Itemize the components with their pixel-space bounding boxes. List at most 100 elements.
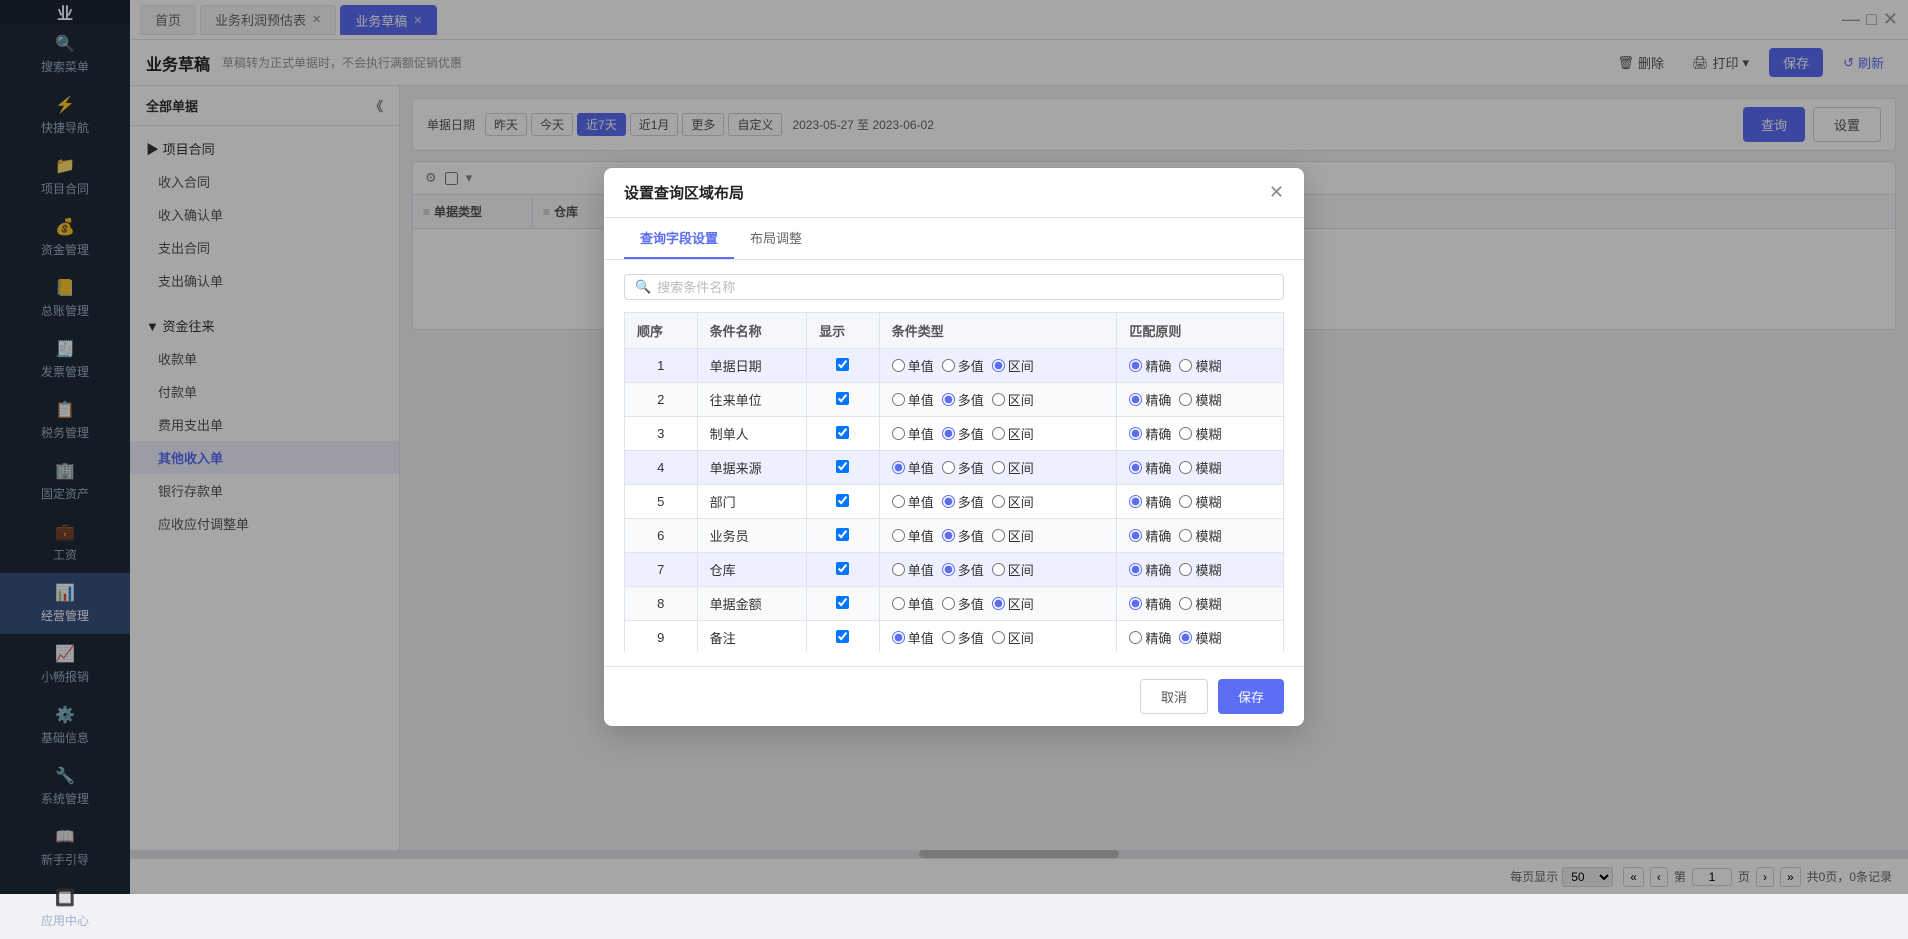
condition-区间-8[interactable]: 区间: [992, 594, 1034, 613]
condition-区间-1[interactable]: 区间: [992, 356, 1034, 375]
match-模糊-3[interactable]: 模糊: [1179, 424, 1221, 443]
condition-多值-6[interactable]: 多值: [942, 526, 984, 545]
condition-多值-8[interactable]: 多值: [942, 594, 984, 613]
condition-区间-3[interactable]: 区间: [992, 424, 1034, 443]
match-radio-6-精确[interactable]: [1129, 529, 1142, 542]
condition-radio-9-多值[interactable]: [942, 631, 955, 644]
match-精确-9[interactable]: 精确: [1129, 628, 1171, 647]
condition-区间-6[interactable]: 区间: [992, 526, 1034, 545]
match-radio-7-模糊[interactable]: [1179, 563, 1192, 576]
match-radio-2-模糊[interactable]: [1179, 393, 1192, 406]
condition-radio-2-多值[interactable]: [942, 393, 955, 406]
condition-区间-9[interactable]: 区间: [992, 628, 1034, 647]
condition-多值-2[interactable]: 多值: [942, 390, 984, 409]
condition-radio-9-区间[interactable]: [992, 631, 1005, 644]
condition-多值-7[interactable]: 多值: [942, 560, 984, 579]
match-radio-8-精确[interactable]: [1129, 597, 1142, 610]
condition-单值-5[interactable]: 单值: [892, 492, 934, 511]
match-radio-2-精确[interactable]: [1129, 393, 1142, 406]
show-checkbox-7[interactable]: [836, 562, 849, 575]
match-精确-7[interactable]: 精确: [1129, 560, 1171, 579]
match-radio-7-精确[interactable]: [1129, 563, 1142, 576]
condition-radio-7-多值[interactable]: [942, 563, 955, 576]
match-radio-9-模糊[interactable]: [1179, 631, 1192, 644]
condition-单值-4[interactable]: 单值: [892, 458, 934, 477]
condition-多值-9[interactable]: 多值: [942, 628, 984, 647]
condition-radio-3-单值[interactable]: [892, 427, 905, 440]
match-精确-1[interactable]: 精确: [1129, 356, 1171, 375]
match-radio-4-模糊[interactable]: [1179, 461, 1192, 474]
match-精确-2[interactable]: 精确: [1129, 390, 1171, 409]
condition-radio-4-单值[interactable]: [892, 461, 905, 474]
condition-单值-8[interactable]: 单值: [892, 594, 934, 613]
condition-单值-2[interactable]: 单值: [892, 390, 934, 409]
condition-单值-9[interactable]: 单值: [892, 628, 934, 647]
condition-radio-6-区间[interactable]: [992, 529, 1005, 542]
condition-区间-2[interactable]: 区间: [992, 390, 1034, 409]
modal-tab-query-fields[interactable]: 查询字段设置: [624, 218, 734, 259]
match-模糊-7[interactable]: 模糊: [1179, 560, 1221, 579]
condition-单值-7[interactable]: 单值: [892, 560, 934, 579]
match-模糊-2[interactable]: 模糊: [1179, 390, 1221, 409]
condition-单值-6[interactable]: 单值: [892, 526, 934, 545]
condition-区间-7[interactable]: 区间: [992, 560, 1034, 579]
match-模糊-1[interactable]: 模糊: [1179, 356, 1221, 375]
match-精确-6[interactable]: 精确: [1129, 526, 1171, 545]
condition-radio-8-区间[interactable]: [992, 597, 1005, 610]
condition-区间-4[interactable]: 区间: [992, 458, 1034, 477]
condition-radio-5-多值[interactable]: [942, 495, 955, 508]
match-模糊-5[interactable]: 模糊: [1179, 492, 1221, 511]
modal-cancel-button[interactable]: 取消: [1140, 679, 1208, 714]
match-模糊-6[interactable]: 模糊: [1179, 526, 1221, 545]
modal-save-button[interactable]: 保存: [1218, 679, 1284, 714]
condition-多值-3[interactable]: 多值: [942, 424, 984, 443]
condition-radio-7-区间[interactable]: [992, 563, 1005, 576]
modal-close-button[interactable]: ✕: [1269, 182, 1284, 203]
condition-radio-6-多值[interactable]: [942, 529, 955, 542]
condition-radio-5-单值[interactable]: [892, 495, 905, 508]
match-模糊-4[interactable]: 模糊: [1179, 458, 1221, 477]
show-checkbox-3[interactable]: [836, 426, 849, 439]
condition-radio-3-区间[interactable]: [992, 427, 1005, 440]
match-radio-5-精确[interactable]: [1129, 495, 1142, 508]
condition-单值-3[interactable]: 单值: [892, 424, 934, 443]
condition-区间-5[interactable]: 区间: [992, 492, 1034, 511]
condition-radio-3-多值[interactable]: [942, 427, 955, 440]
match-radio-4-精确[interactable]: [1129, 461, 1142, 474]
condition-多值-4[interactable]: 多值: [942, 458, 984, 477]
condition-radio-6-单值[interactable]: [892, 529, 905, 542]
match-radio-6-模糊[interactable]: [1179, 529, 1192, 542]
match-精确-3[interactable]: 精确: [1129, 424, 1171, 443]
condition-radio-2-区间[interactable]: [992, 393, 1005, 406]
condition-radio-1-多值[interactable]: [942, 359, 955, 372]
condition-radio-8-单值[interactable]: [892, 597, 905, 610]
match-radio-9-精确[interactable]: [1129, 631, 1142, 644]
modal-search-input[interactable]: [657, 280, 1273, 295]
show-checkbox-5[interactable]: [836, 494, 849, 507]
show-checkbox-1[interactable]: [836, 358, 849, 371]
show-checkbox-9[interactable]: [836, 630, 849, 643]
condition-radio-7-单值[interactable]: [892, 563, 905, 576]
condition-单值-1[interactable]: 单值: [892, 356, 934, 375]
condition-radio-5-区间[interactable]: [992, 495, 1005, 508]
condition-radio-2-单值[interactable]: [892, 393, 905, 406]
match-radio-3-精确[interactable]: [1129, 427, 1142, 440]
show-checkbox-4[interactable]: [836, 460, 849, 473]
match-radio-5-模糊[interactable]: [1179, 495, 1192, 508]
show-checkbox-6[interactable]: [836, 528, 849, 541]
condition-radio-4-多值[interactable]: [942, 461, 955, 474]
match-radio-1-模糊[interactable]: [1179, 359, 1192, 372]
match-精确-8[interactable]: 精确: [1129, 594, 1171, 613]
show-checkbox-8[interactable]: [836, 596, 849, 609]
condition-radio-8-多值[interactable]: [942, 597, 955, 610]
match-精确-4[interactable]: 精确: [1129, 458, 1171, 477]
condition-多值-1[interactable]: 多值: [942, 356, 984, 375]
match-模糊-9[interactable]: 模糊: [1179, 628, 1221, 647]
show-checkbox-2[interactable]: [836, 392, 849, 405]
condition-radio-1-单值[interactable]: [892, 359, 905, 372]
condition-多值-5[interactable]: 多值: [942, 492, 984, 511]
match-radio-8-模糊[interactable]: [1179, 597, 1192, 610]
match-模糊-8[interactable]: 模糊: [1179, 594, 1221, 613]
match-radio-1-精确[interactable]: [1129, 359, 1142, 372]
modal-tab-layout[interactable]: 布局调整: [734, 218, 818, 259]
